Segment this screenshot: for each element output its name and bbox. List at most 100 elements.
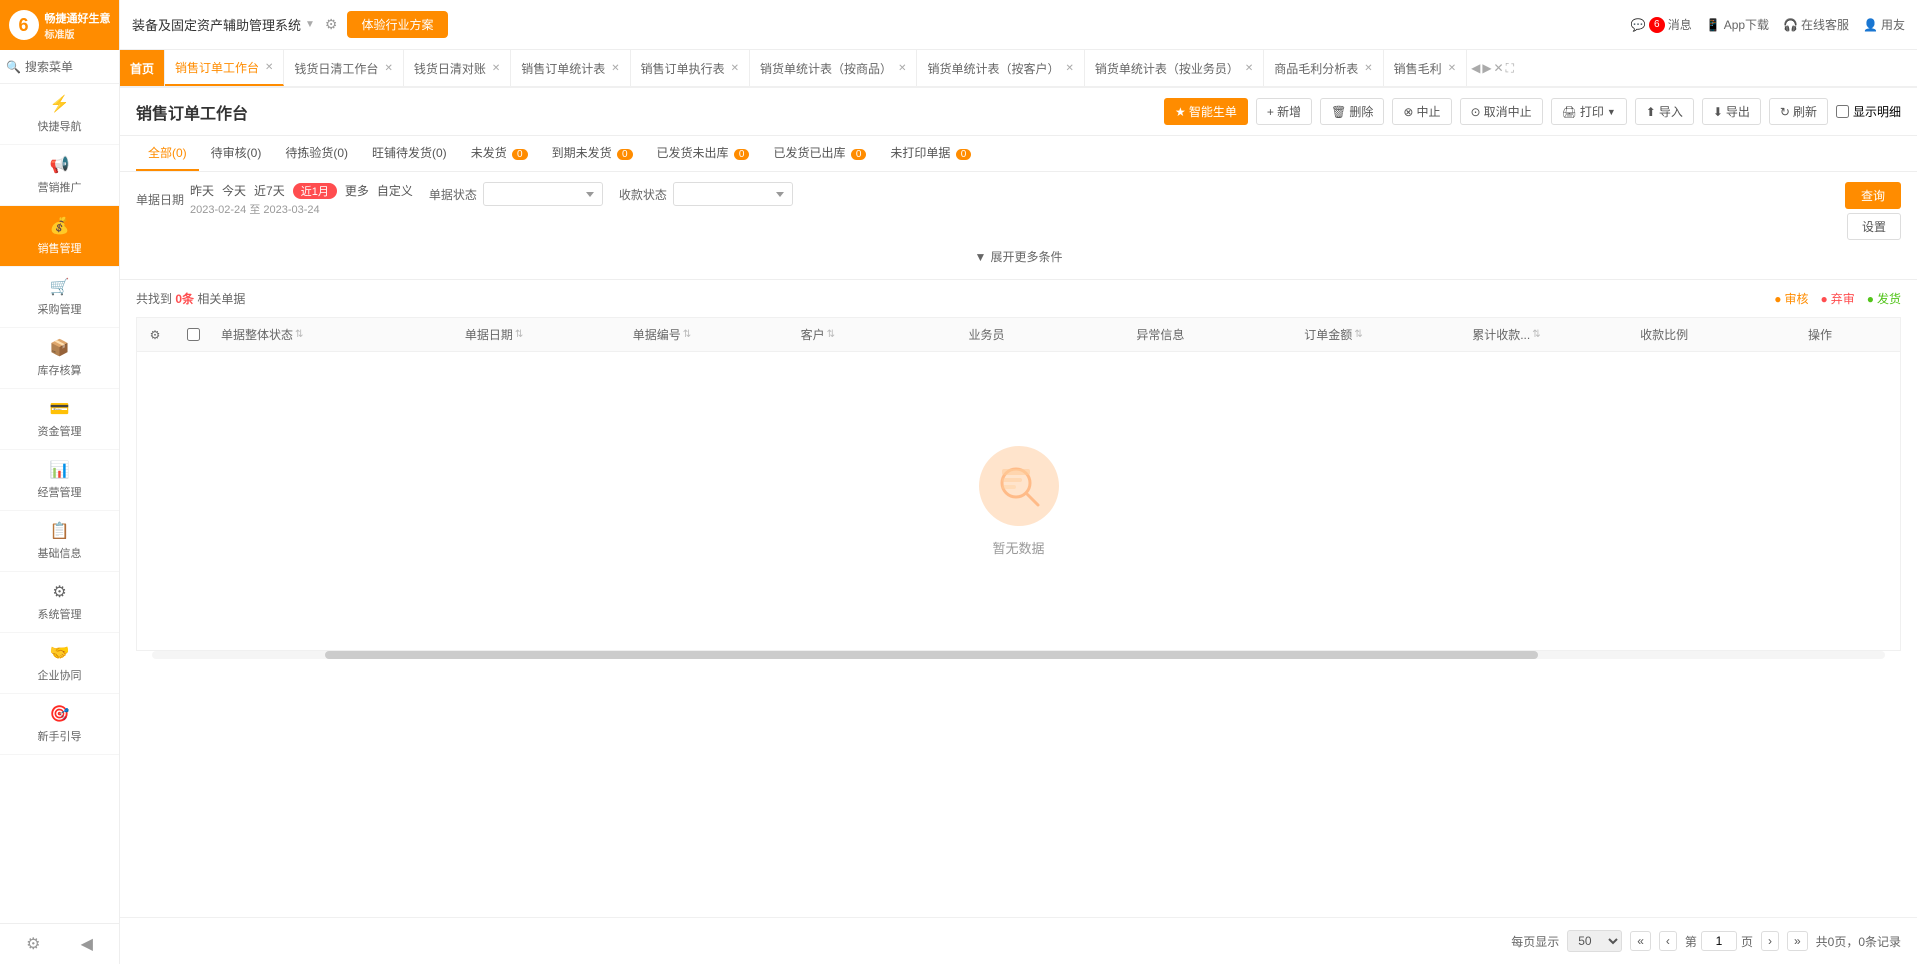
subtab-shipped-not-warehoused[interactable]: 已发货未出库 0 (645, 136, 762, 171)
page-suffix: 页 (1741, 933, 1753, 950)
prev-page-btn[interactable]: ‹ (1659, 931, 1677, 951)
settings-icon[interactable]: ⚙ (26, 934, 40, 954)
tab-sales-order-stats[interactable]: 销售订单统计表 ✕ (511, 50, 630, 86)
subtab-wangpu[interactable]: 旺铺待发货(0) (360, 136, 459, 171)
sidebar-item-sales[interactable]: 💰 销售管理 (0, 206, 119, 267)
next-page-btn[interactable]: › (1761, 931, 1779, 951)
user-action[interactable]: 👤 用友 (1863, 16, 1905, 33)
sort-icon[interactable]: ⇅ (683, 329, 691, 340)
subtab-pending-check[interactable]: 待拣验货(0) (273, 136, 360, 171)
sort-icon[interactable]: ⇅ (1354, 329, 1362, 340)
smart-create-button[interactable]: ★ 智能生单 (1164, 98, 1248, 125)
topbar-settings-icon[interactable]: ⚙ (325, 16, 338, 33)
sidebar-item-cooperation[interactable]: 🤝 企业协同 (0, 633, 119, 694)
sidebar-item-operations[interactable]: 📊 经营管理 (0, 450, 119, 511)
app-download-action[interactable]: 📱 App下载 (1706, 16, 1769, 33)
tab-sales-order-exec[interactable]: 销售订单执行表 ✕ (631, 50, 750, 86)
th-checkbox[interactable] (173, 326, 213, 343)
date-opt-today[interactable]: 今天 (222, 182, 246, 199)
tab-sales-order-workbench[interactable]: 销售订单工作台 ✕ (165, 50, 284, 86)
collect-select[interactable] (673, 182, 793, 206)
print-button[interactable]: 🖨 打印 ▼ (1551, 98, 1627, 125)
sidebar-item-guide[interactable]: 🎯 新手引导 (0, 694, 119, 755)
subtab-expired-not-shipped[interactable]: 到期未发货 0 (540, 136, 645, 171)
refresh-button[interactable]: ↻ 刷新 (1769, 98, 1828, 125)
last-page-btn[interactable]: » (1787, 931, 1808, 951)
tab-close-icon[interactable]: ✕ (384, 63, 392, 74)
subtab-shipped-warehoused[interactable]: 已发货已出库 0 (761, 136, 878, 171)
search-menu-item[interactable]: 🔍 搜索菜单 (0, 50, 119, 84)
tab-sale-stats-staff[interactable]: 销货单统计表（按业务员） ✕ (1085, 50, 1264, 86)
subtab-all[interactable]: 全部(0) (136, 136, 199, 171)
tab-close-icon[interactable]: ✕ (1065, 63, 1073, 74)
sidebar-item-base-info[interactable]: 📋 基础信息 (0, 511, 119, 572)
tab-home[interactable]: 首页 (120, 50, 165, 86)
tab-close-icon[interactable]: ✕ (731, 63, 739, 74)
sidebar-item-inventory[interactable]: 📦 库存核算 (0, 328, 119, 389)
suspend-button[interactable]: ⊗ 中止 (1392, 98, 1451, 125)
first-page-btn[interactable]: « (1630, 931, 1651, 951)
date-opt-custom[interactable]: 自定义 (377, 182, 413, 199)
subtab-not-shipped[interactable]: 未发货 0 (459, 136, 540, 171)
horizontal-scrollbar[interactable] (152, 651, 1885, 659)
tab-close-icon[interactable]: ✕ (492, 63, 500, 74)
subtab-pending-review[interactable]: 待审核(0) (199, 136, 274, 171)
tab-close-icon[interactable]: ✕ (898, 63, 906, 74)
column-settings-icon[interactable]: ⚙ (150, 328, 161, 342)
message-label: 消息 (1668, 16, 1692, 33)
message-action[interactable]: 💬 6 消息 (1631, 16, 1692, 33)
sidebar-item-purchase[interactable]: 🛒 采购管理 (0, 267, 119, 328)
tab-sale-stats-customer[interactable]: 销货单统计表（按客户） ✕ (917, 50, 1084, 86)
sort-icon[interactable]: ⇅ (295, 329, 303, 340)
page-size-select[interactable]: 50 100 200 (1567, 930, 1622, 952)
new-button[interactable]: + 新增 (1256, 98, 1312, 125)
tab-next-icon[interactable]: ▶ (1482, 61, 1491, 75)
online-service-action[interactable]: 🎧 在线客服 (1783, 16, 1849, 33)
import-button[interactable]: ⬆ 导入 (1635, 98, 1694, 125)
tab-sales-profit[interactable]: 销售毛利 ✕ (1384, 50, 1467, 86)
page-number-input[interactable] (1701, 931, 1737, 951)
system-title-dropdown[interactable]: 装备及固定资产辅助管理系统 ▼ (132, 15, 315, 34)
tab-sale-stats-product[interactable]: 销货单统计表（按商品） ✕ (750, 50, 917, 86)
tab-fullscreen-icon[interactable]: ⛶ (1506, 61, 1514, 76)
set-button[interactable]: 设置 (1847, 213, 1901, 240)
date-opt-more[interactable]: 更多 (345, 182, 369, 199)
sidebar-item-finance[interactable]: 💳 资金管理 (0, 389, 119, 450)
tab-product-margin[interactable]: 商品毛利分析表 ✕ (1264, 50, 1383, 86)
industry-btn[interactable]: 体验行业方案 (347, 11, 447, 38)
date-opt-yesterday[interactable]: 昨天 (190, 182, 214, 199)
select-all-checkbox[interactable] (187, 328, 200, 341)
status-select[interactable] (483, 182, 603, 206)
sidebar-item-system[interactable]: ⚙ 系统管理 (0, 572, 119, 633)
scroll-thumb[interactable] (325, 651, 1538, 659)
tab-close-icon[interactable]: ✕ (611, 63, 619, 74)
sort-icon[interactable]: ⇅ (827, 329, 835, 340)
tab-close-all-icon[interactable]: ✕ (1494, 61, 1504, 75)
sort-icon[interactable]: ⇅ (1532, 329, 1540, 340)
tab-cash-daily[interactable]: 钱货日清工作台 ✕ (284, 50, 403, 86)
query-button[interactable]: 查询 (1845, 182, 1901, 209)
sort-icon[interactable]: ⇅ (515, 329, 523, 340)
reject-button[interactable]: ● 弃审 (1820, 290, 1854, 307)
date-opt-last7[interactable]: 近7天 (254, 182, 285, 199)
export-button[interactable]: ⬇ 导出 (1702, 98, 1761, 125)
dispatch-button[interactable]: ● 发货 (1867, 290, 1901, 307)
sidebar-item-marketing[interactable]: 📢 营销推广 (0, 145, 119, 206)
tab-close-icon[interactable]: ✕ (1364, 63, 1372, 74)
tab-cash-reconcile[interactable]: 钱货日清对账 ✕ (404, 50, 511, 86)
cancel-suspend-button[interactable]: ⊙ 取消中止 (1460, 98, 1543, 125)
expand-more-btn[interactable]: ▼ 展开更多条件 (136, 244, 1901, 269)
sidebar-item-quick-nav[interactable]: ⚡ 快捷导航 (0, 84, 119, 145)
delete-button[interactable]: 🗑 删除 (1320, 98, 1384, 125)
subtab-not-printed[interactable]: 未打印单据 0 (878, 136, 983, 171)
tab-close-icon[interactable]: ✕ (265, 62, 273, 73)
show-detail-checkbox-label[interactable]: 显示明细 (1836, 103, 1901, 120)
tab-close-icon[interactable]: ✕ (1245, 63, 1253, 74)
tab-prev-icon[interactable]: ◀ (1471, 61, 1480, 75)
approve-button[interactable]: ● 审核 (1774, 290, 1808, 307)
show-detail-checkbox[interactable] (1836, 105, 1849, 118)
date-opt-last1month[interactable]: 近1月 (293, 183, 337, 199)
th-settings[interactable]: ⚙ (137, 326, 173, 343)
tab-close-icon[interactable]: ✕ (1448, 63, 1456, 74)
collapse-icon[interactable]: ◀ (81, 934, 93, 954)
